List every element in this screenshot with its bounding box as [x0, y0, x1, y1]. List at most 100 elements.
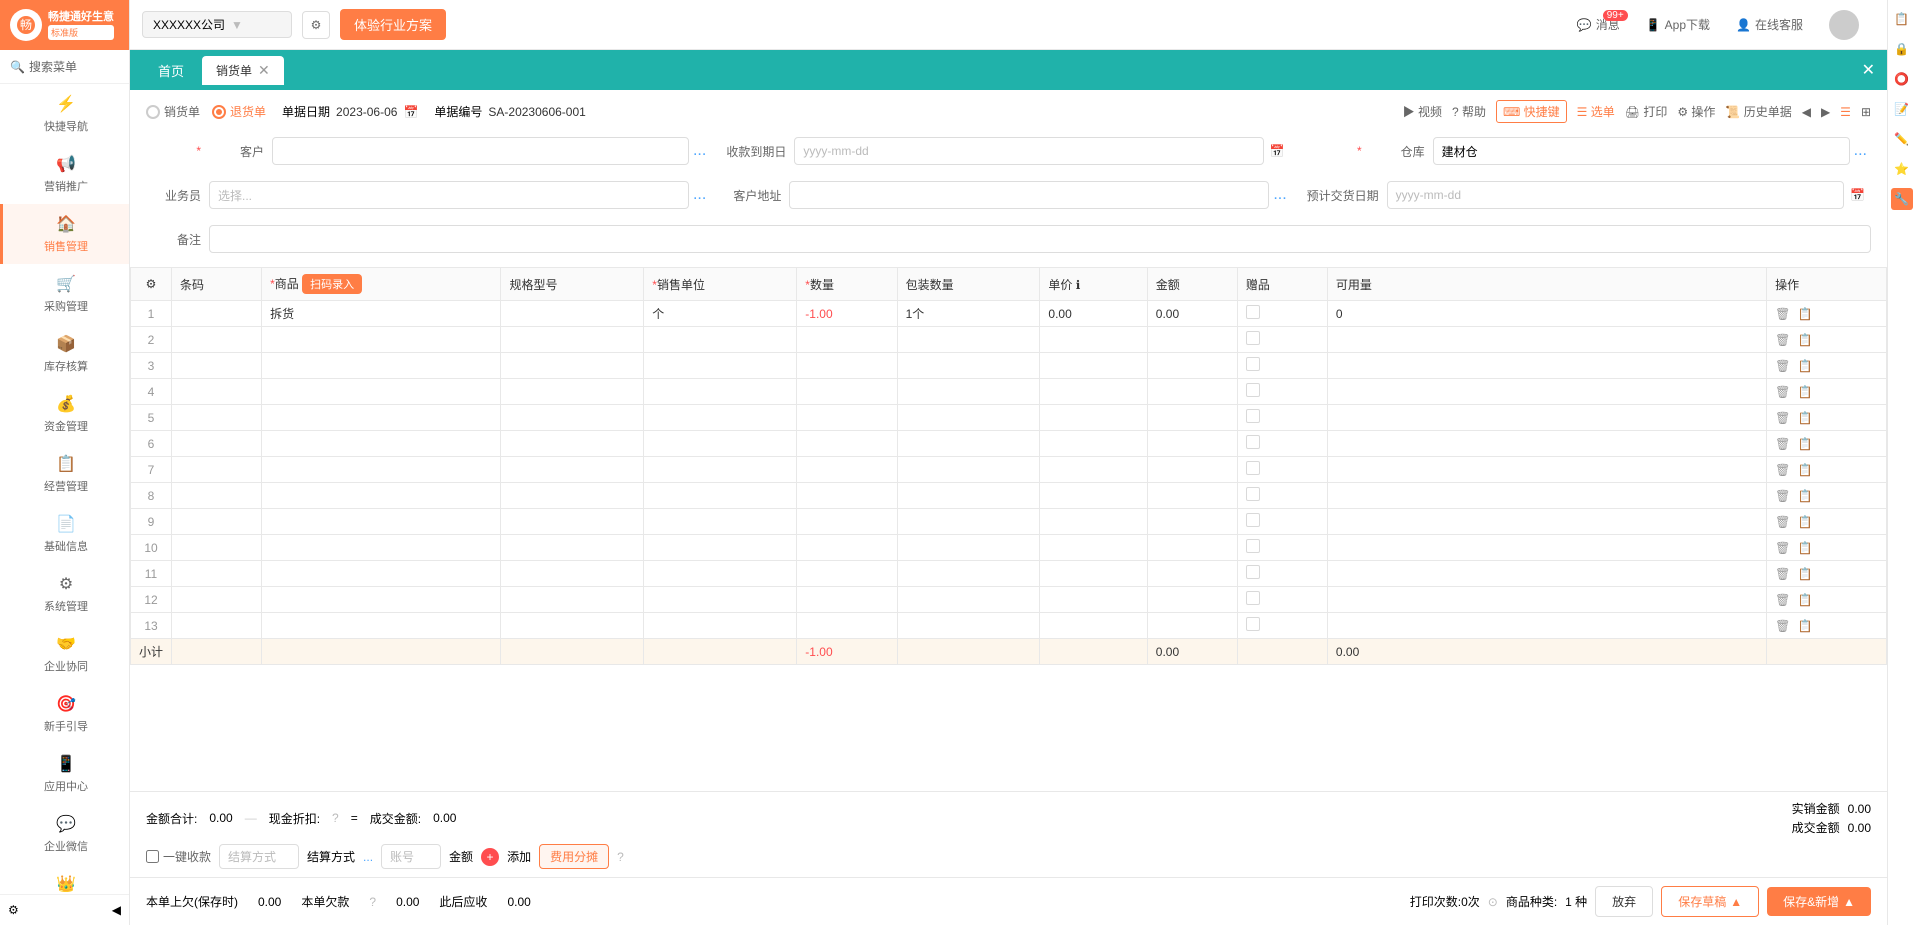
- cell-product[interactable]: [262, 431, 501, 457]
- cell-unit[interactable]: [644, 431, 797, 457]
- copy-icon[interactable]: 📋: [1798, 593, 1813, 607]
- copy-icon[interactable]: 📋: [1798, 411, 1813, 425]
- cell-pack-qty[interactable]: [897, 327, 1040, 353]
- cell-pack-qty[interactable]: 1个: [897, 301, 1040, 327]
- abandon-button[interactable]: 放弃: [1595, 886, 1653, 917]
- message-button[interactable]: 💬 消息 99+: [1577, 16, 1620, 33]
- app-download-button[interactable]: 📱 App下载: [1646, 16, 1710, 33]
- save-new-button[interactable]: 保存&新增 ▲: [1767, 887, 1871, 916]
- calendar-icon[interactable]: 📅: [403, 105, 418, 119]
- cell-spec[interactable]: [501, 561, 644, 587]
- delete-icon[interactable]: 🗑: [1775, 489, 1790, 503]
- scan-button[interactable]: 扫码录入: [302, 274, 362, 294]
- cell-spec[interactable]: [501, 301, 644, 327]
- payment-calendar-icon[interactable]: 📅: [1264, 144, 1291, 158]
- cell-pack-qty[interactable]: [897, 613, 1040, 639]
- discount-help-icon[interactable]: ?: [332, 811, 339, 825]
- cell-pack-qty[interactable]: [897, 405, 1040, 431]
- gift-checkbox[interactable]: [1246, 487, 1260, 501]
- cell-amount[interactable]: [1147, 509, 1237, 535]
- cell-spec[interactable]: [501, 379, 644, 405]
- print-btn[interactable]: 🖨 打印: [1625, 103, 1668, 120]
- cell-unit[interactable]: [644, 483, 797, 509]
- delete-icon[interactable]: 🗑: [1775, 411, 1790, 425]
- copy-icon[interactable]: 📋: [1798, 385, 1813, 399]
- cell-pack-qty[interactable]: [897, 483, 1040, 509]
- cell-amount[interactable]: [1147, 379, 1237, 405]
- copy-icon[interactable]: 📋: [1798, 307, 1813, 321]
- delete-icon[interactable]: 🗑: [1775, 593, 1790, 607]
- customer-more-icon[interactable]: ...: [689, 142, 710, 160]
- expected-calendar-icon[interactable]: 📅: [1844, 188, 1871, 202]
- cell-pack-qty[interactable]: [897, 535, 1040, 561]
- note-input[interactable]: [209, 225, 1871, 253]
- sidebar-item-quick-nav[interactable]: ⚡ 快捷导航: [0, 84, 129, 144]
- cell-price[interactable]: [1040, 561, 1147, 587]
- cell-price[interactable]: [1040, 587, 1147, 613]
- delete-icon[interactable]: 🗑: [1775, 619, 1790, 633]
- cell-pack-qty[interactable]: [897, 587, 1040, 613]
- prev-btn[interactable]: ◀: [1802, 105, 1811, 119]
- delete-icon[interactable]: 🗑: [1775, 567, 1790, 581]
- cell-qty[interactable]: -1.00: [797, 301, 897, 327]
- copy-icon[interactable]: 📋: [1798, 515, 1813, 529]
- cell-pack-qty[interactable]: [897, 457, 1040, 483]
- payment-checkbox[interactable]: [146, 850, 159, 863]
- cell-spec[interactable]: [501, 405, 644, 431]
- cell-barcode[interactable]: [172, 301, 262, 327]
- cell-product[interactable]: [262, 405, 501, 431]
- gift-checkbox[interactable]: [1246, 591, 1260, 605]
- copy-icon[interactable]: 📋: [1798, 333, 1813, 347]
- cell-price[interactable]: [1040, 613, 1147, 639]
- company-selector[interactable]: XXXXXX公司 ▼: [142, 11, 292, 38]
- history-btn[interactable]: 📜 历史单据: [1725, 103, 1791, 120]
- topbar-gear-button[interactable]: ⚙: [302, 11, 330, 39]
- sidebar-bottom-collapse[interactable]: ◀: [112, 903, 121, 917]
- delete-icon[interactable]: 🗑: [1775, 437, 1790, 451]
- copy-icon[interactable]: 📋: [1798, 541, 1813, 555]
- tab-sale-order[interactable]: 销货单 ✕: [202, 56, 284, 85]
- cell-gift[interactable]: [1237, 353, 1327, 379]
- cell-qty[interactable]: [797, 561, 897, 587]
- col-settings-header[interactable]: ⚙: [131, 268, 172, 301]
- next-btn[interactable]: ▶: [1821, 105, 1830, 119]
- cell-amount[interactable]: [1147, 405, 1237, 431]
- cell-gift[interactable]: [1237, 379, 1327, 405]
- shortcut-btn[interactable]: ⌨ 快捷键: [1496, 100, 1567, 123]
- cell-barcode[interactable]: [172, 561, 262, 587]
- cell-amount[interactable]: [1147, 587, 1237, 613]
- cell-price[interactable]: [1040, 379, 1147, 405]
- sidebar-item-system[interactable]: ⚙ 系统管理: [0, 564, 129, 624]
- cell-amount[interactable]: [1147, 613, 1237, 639]
- cell-unit[interactable]: [644, 457, 797, 483]
- cell-unit[interactable]: [644, 327, 797, 353]
- cell-gift[interactable]: [1237, 561, 1327, 587]
- cell-amount[interactable]: [1147, 457, 1237, 483]
- cell-barcode[interactable]: [172, 327, 262, 353]
- cell-gift[interactable]: [1237, 483, 1327, 509]
- cell-pack-qty[interactable]: [897, 353, 1040, 379]
- copy-icon[interactable]: 📋: [1798, 567, 1813, 581]
- trial-button[interactable]: 体验行业方案: [340, 9, 446, 40]
- cell-barcode[interactable]: [172, 483, 262, 509]
- delete-icon[interactable]: 🗑: [1775, 307, 1790, 321]
- cell-spec[interactable]: [501, 535, 644, 561]
- right-tool-clipboard[interactable]: 📋: [1891, 8, 1913, 30]
- addr-more-icon[interactable]: ...: [1269, 186, 1290, 204]
- sidebar-bottom-gear[interactable]: ⚙: [8, 903, 19, 917]
- customer-addr-input[interactable]: [789, 181, 1269, 209]
- operate-btn[interactable]: ⚙ 操作: [1677, 103, 1715, 120]
- cell-gift[interactable]: [1237, 327, 1327, 353]
- cell-unit[interactable]: [644, 405, 797, 431]
- customer-input[interactable]: [272, 137, 689, 165]
- cell-product[interactable]: [262, 457, 501, 483]
- calc-method-input[interactable]: 结算方式: [219, 844, 299, 869]
- cell-qty[interactable]: [797, 587, 897, 613]
- cell-qty[interactable]: [797, 353, 897, 379]
- sidebar-item-sales[interactable]: 🏠 销售管理: [0, 204, 129, 264]
- sidebar-item-enterprise[interactable]: 🤝 企业协同: [0, 624, 129, 684]
- expense-split-button[interactable]: 费用分摊: [539, 844, 609, 869]
- cell-unit[interactable]: [644, 379, 797, 405]
- radio-return[interactable]: 退货单: [212, 103, 266, 120]
- cell-price[interactable]: [1040, 483, 1147, 509]
